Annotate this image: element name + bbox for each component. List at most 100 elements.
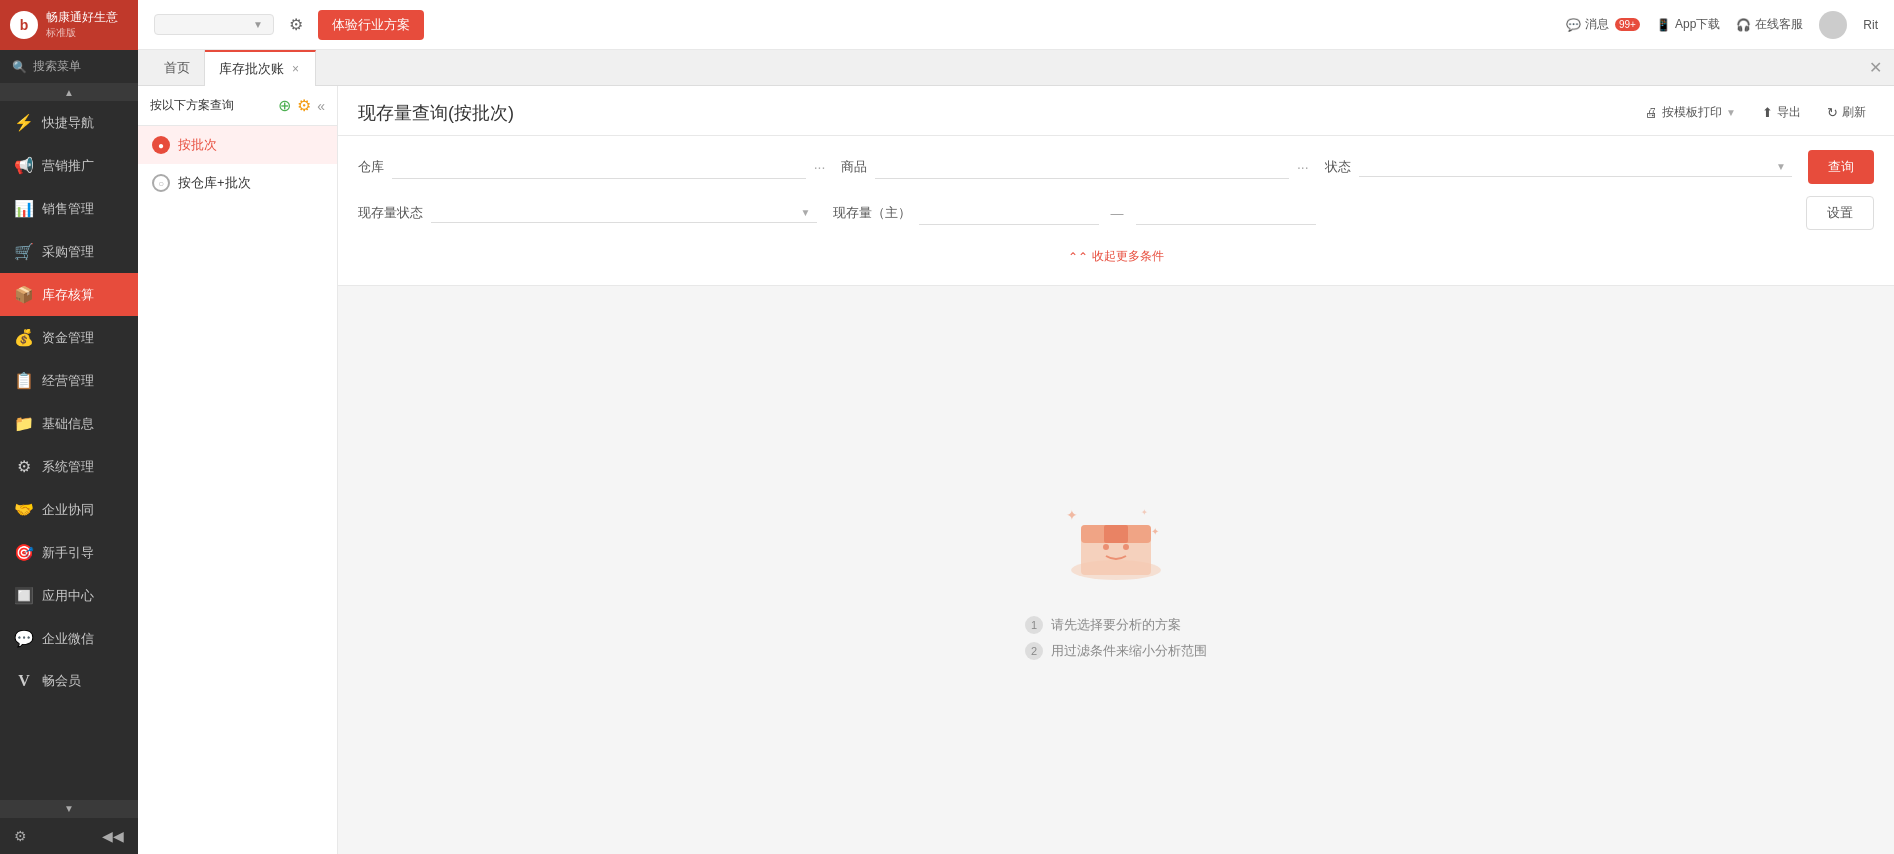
sidebar-item-operation[interactable]: 📋 经营管理 <box>0 359 138 402</box>
username-label[interactable]: Rit <box>1863 18 1878 32</box>
add-plan-btn[interactable]: ⊕ <box>278 96 291 115</box>
svg-point-5 <box>1123 544 1129 550</box>
filter-row-2: 现存量状态 ▼ 现存量（主） — 设置 <box>358 196 1874 230</box>
plan-item-batch[interactable]: ● 按批次 <box>138 126 337 164</box>
warehouse-input[interactable] <box>392 155 806 179</box>
sidebar-item-finance[interactable]: 💰 资金管理 <box>0 316 138 359</box>
status-label: 状态 <box>1325 158 1351 176</box>
warehouse-label: 仓库 <box>358 158 384 176</box>
empty-hint-2: 2 用过滤条件来缩小分析范围 <box>1025 642 1207 660</box>
stock-amount-to-input[interactable] <box>1136 201 1316 225</box>
app-title-wrap: 畅康通好生意 标准版 <box>46 10 118 40</box>
status-select[interactable]: ▼ <box>1359 157 1792 177</box>
settings-btn[interactable]: 设置 <box>1806 196 1874 230</box>
sidebar-item-label: 营销推广 <box>42 157 94 175</box>
export-icon: ⬆ <box>1762 105 1773 120</box>
right-content: 现存量查询(按批次) 🖨 按模板打印 ▼ ⬆ 导出 ↻ 刷新 <box>338 86 1894 854</box>
sidebar-search[interactable]: 🔍 搜索菜单 <box>0 50 138 84</box>
member-icon: V <box>14 672 34 690</box>
tab-inventory-batch[interactable]: 库存批次账 × <box>205 50 316 86</box>
sales-icon: 📊 <box>14 199 34 218</box>
sidebar-item-marketing[interactable]: 📢 营销推广 <box>0 144 138 187</box>
sidebar-header: b 畅康通好生意 标准版 <box>0 0 138 50</box>
plan-item-warehouse-batch[interactable]: ○ 按仓库+批次 <box>138 164 337 202</box>
content: 按以下方案查询 ⊕ ⚙ « ● 按批次 ○ 按仓库+批次 现存量查询(按批次) <box>138 86 1894 854</box>
sidebar-item-system[interactable]: ⚙ 系统管理 <box>0 445 138 488</box>
print-label: 按模板打印 <box>1662 104 1722 121</box>
svg-text:✦: ✦ <box>1141 508 1148 517</box>
sidebar-item-label: 应用中心 <box>42 587 94 605</box>
topbar-settings-btn[interactable]: ⚙ <box>282 11 310 39</box>
print-dropdown-icon[interactable]: ▼ <box>1726 107 1736 118</box>
sidebar-item-label: 畅会员 <box>42 672 81 690</box>
filter-field-status: 状态 ▼ <box>1325 157 1792 177</box>
sidebar-item-enterprise[interactable]: 🤝 企业协同 <box>0 488 138 531</box>
topbar-chevron-icon: ▼ <box>253 19 263 30</box>
message-label: 消息 <box>1585 16 1609 33</box>
sidebar-item-appcenter[interactable]: 🔲 应用中心 <box>0 574 138 617</box>
sidebar-item-purchase[interactable]: 🛒 采购管理 <box>0 230 138 273</box>
enterprise-icon: 🤝 <box>14 500 34 519</box>
print-btn[interactable]: 🖨 按模板打印 ▼ <box>1637 100 1744 125</box>
sidebar-item-shortcut[interactable]: ⚡ 快捷导航 <box>0 101 138 144</box>
refresh-btn[interactable]: ↻ 刷新 <box>1819 100 1874 125</box>
marketing-icon: 📢 <box>14 156 34 175</box>
sidebar-item-inventory[interactable]: 📦 库存核算 <box>0 273 138 316</box>
product-dots[interactable]: ··· <box>1297 159 1309 175</box>
finance-icon: 💰 <box>14 328 34 347</box>
trial-btn[interactable]: 体验行业方案 <box>318 10 424 40</box>
purchase-icon: 🛒 <box>14 242 34 261</box>
message-btn[interactable]: 💬 消息 99+ <box>1566 16 1640 33</box>
sidebar-item-label: 基础信息 <box>42 415 94 433</box>
sidebar-item-label: 快捷导航 <box>42 114 94 132</box>
online-service-btn[interactable]: 🎧 在线客服 <box>1736 16 1803 33</box>
app-version: 标准版 <box>46 26 118 40</box>
warehouse-dots[interactable]: ··· <box>814 159 826 175</box>
sidebar-item-member[interactable]: V 畅会员 <box>0 660 138 702</box>
footer-collapse-btn[interactable]: ◀◀ <box>102 828 124 844</box>
topbar-actions: 💬 消息 99+ 📱 App下载 🎧 在线客服 Rit <box>1566 11 1878 39</box>
appcenter-icon: 🔲 <box>14 586 34 605</box>
phone-icon: 📱 <box>1656 18 1671 32</box>
wechat-icon: 💬 <box>14 629 34 648</box>
collapse-row[interactable]: ⌃⌃ 收起更多条件 <box>358 242 1874 271</box>
topbar-search-box[interactable]: ▼ <box>154 14 274 35</box>
amount-dash: — <box>1107 206 1128 221</box>
stock-status-select[interactable]: ▼ <box>431 203 817 223</box>
footer-settings-btn[interactable]: ⚙ <box>14 828 27 844</box>
hint-num-2: 2 <box>1025 642 1043 660</box>
product-input[interactable] <box>875 155 1289 179</box>
collapse-label: 收起更多条件 <box>1092 248 1164 265</box>
page-actions: 🖨 按模板打印 ▼ ⬆ 导出 ↻ 刷新 <box>1637 100 1874 125</box>
user-avatar[interactable] <box>1819 11 1847 39</box>
sidebar-item-label: 系统管理 <box>42 458 94 476</box>
left-panel-header: 按以下方案查询 ⊕ ⚙ « <box>138 86 337 126</box>
plan-settings-btn[interactable]: ⚙ <box>297 96 311 115</box>
export-label: 导出 <box>1777 104 1801 121</box>
filter-row-1: 仓库 ··· 商品 ··· 状态 ▼ <box>358 150 1874 184</box>
query-btn[interactable]: 查询 <box>1808 150 1874 184</box>
sidebar-item-label: 资金管理 <box>42 329 94 347</box>
panel-collapse-btn[interactable]: « <box>317 98 325 114</box>
tab-home[interactable]: 首页 <box>150 50 205 86</box>
svg-point-4 <box>1103 544 1109 550</box>
sidebar-item-wechat[interactable]: 💬 企业微信 <box>0 617 138 660</box>
message-icon: 💬 <box>1566 18 1581 32</box>
svg-rect-3 <box>1104 525 1128 543</box>
headset-icon: 🎧 <box>1736 18 1751 32</box>
sidebar-item-basic[interactable]: 📁 基础信息 <box>0 402 138 445</box>
plan-label-batch: 按批次 <box>178 136 217 154</box>
tab-panel-close-btn[interactable]: ✕ <box>1869 58 1882 77</box>
stock-amount-from-input[interactable] <box>919 201 1099 225</box>
sidebar-scroll-down[interactable]: ▼ <box>0 800 138 817</box>
app-download-label: App下载 <box>1675 16 1720 33</box>
app-download-btn[interactable]: 📱 App下载 <box>1656 16 1720 33</box>
export-btn[interactable]: ⬆ 导出 <box>1754 100 1809 125</box>
filter-field-product: 商品 ··· <box>841 155 1308 179</box>
operation-icon: 📋 <box>14 371 34 390</box>
sidebar-item-sales[interactable]: 📊 销售管理 <box>0 187 138 230</box>
sidebar-item-label: 销售管理 <box>42 200 94 218</box>
sidebar-item-newuser[interactable]: 🎯 新手引导 <box>0 531 138 574</box>
tab-close-icon[interactable]: × <box>290 62 301 76</box>
sidebar-scroll-up[interactable]: ▲ <box>0 84 138 101</box>
